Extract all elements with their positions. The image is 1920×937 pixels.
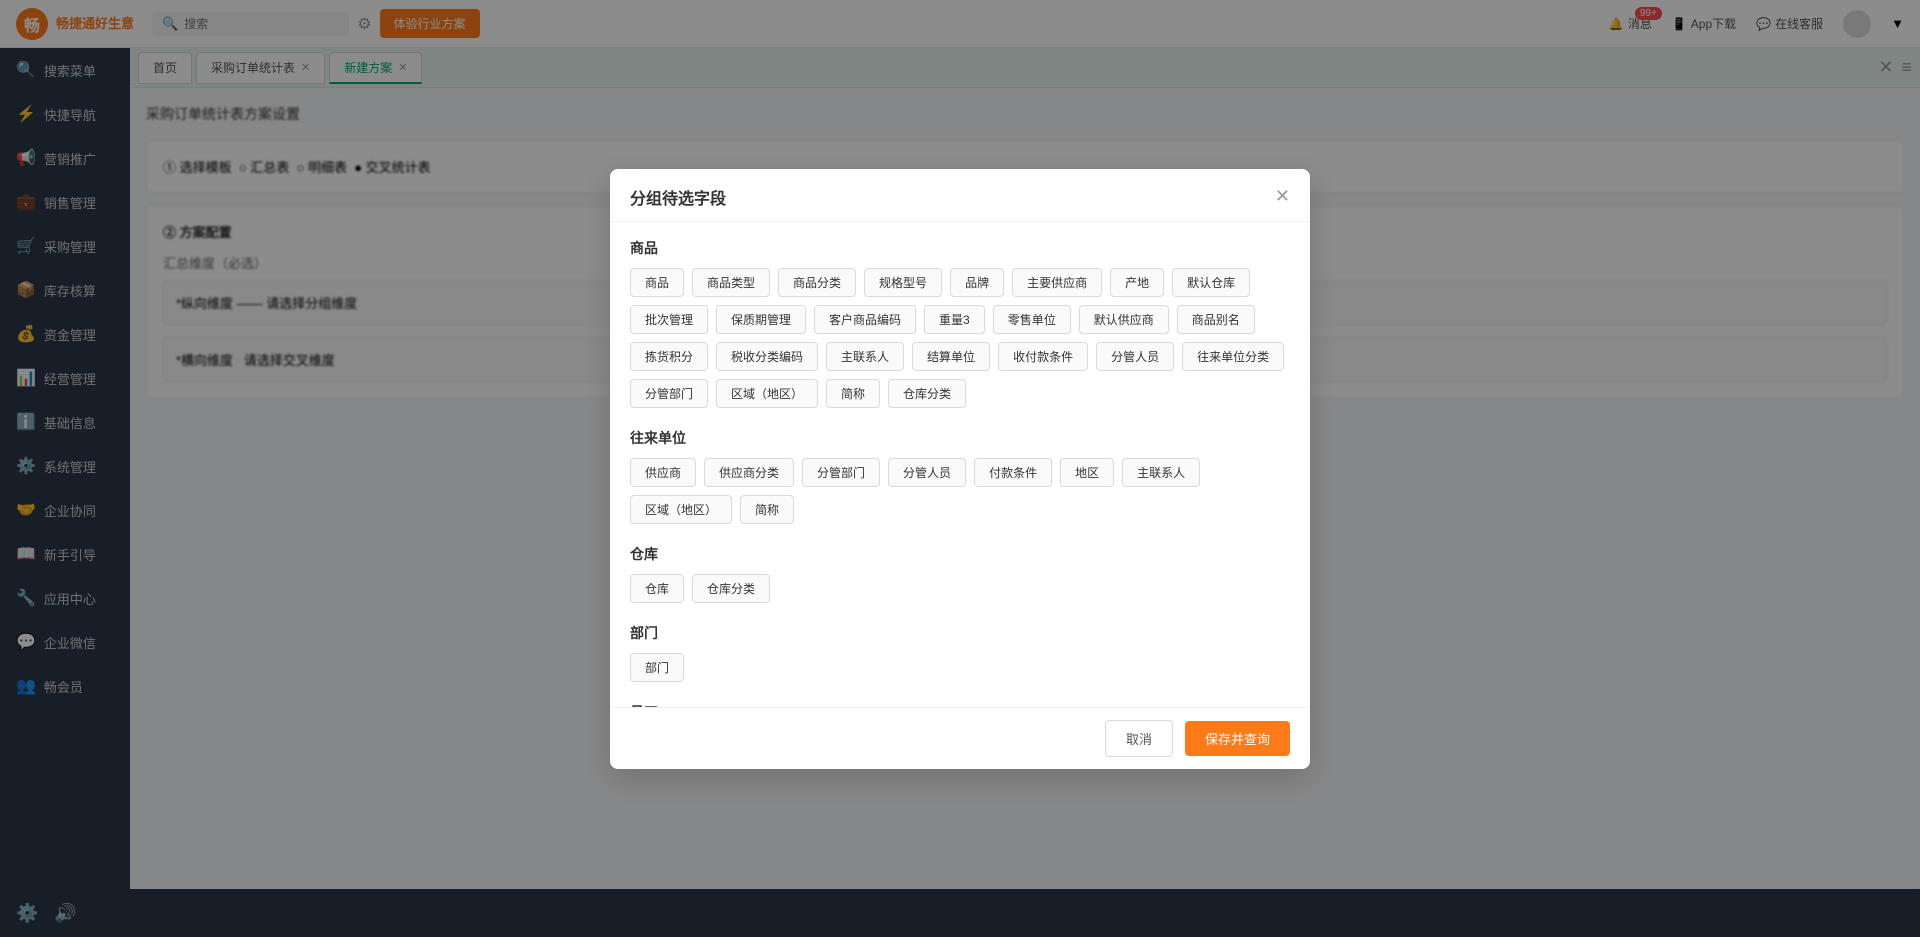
field-tag-2-0[interactable]: 仓库 [630,574,684,603]
confirm-button[interactable]: 保存并查询 [1185,721,1290,756]
field-tag-0-21[interactable]: 往来单位分类 [1182,342,1284,371]
field-tag-0-3[interactable]: 规格型号 [864,268,942,297]
field-tag-0-25[interactable]: 仓库分类 [888,379,966,408]
modal-close-btn[interactable]: ✕ [1275,186,1290,207]
modal-section-0: 商品商品商品类型商品分类规格型号品牌主要供应商产地默认仓库批次管理保质期管理客户… [630,238,1290,408]
field-tag-0-14[interactable]: 商品别名 [1177,305,1255,334]
field-tag-0-12[interactable]: 零售单位 [993,305,1071,334]
field-tags-2: 仓库仓库分类 [630,574,1290,603]
field-tag-0-2[interactable]: 商品分类 [778,268,856,297]
modal-title: 分组待选字段 [630,185,726,209]
field-tag-0-9[interactable]: 保质期管理 [716,305,806,334]
field-tag-0-16[interactable]: 税收分类编码 [716,342,818,371]
field-tags-3: 部门 [630,653,1290,682]
section-label-1: 往来单位 [630,428,1290,448]
field-tag-0-23[interactable]: 区域（地区） [716,379,818,408]
modal-dialog: 分组待选字段 ✕ 商品商品商品类型商品分类规格型号品牌主要供应商产地默认仓库批次… [610,169,1310,769]
field-tag-0-5[interactable]: 主要供应商 [1012,268,1102,297]
field-tag-0-24[interactable]: 简称 [826,379,880,408]
field-tag-1-8[interactable]: 简称 [740,495,794,524]
field-tag-0-7[interactable]: 默认仓库 [1172,268,1250,297]
field-tag-1-0[interactable]: 供应商 [630,458,696,487]
field-tag-2-1[interactable]: 仓库分类 [692,574,770,603]
field-tag-1-2[interactable]: 分管部门 [802,458,880,487]
field-tag-0-8[interactable]: 批次管理 [630,305,708,334]
field-tag-0-19[interactable]: 收付款条件 [998,342,1088,371]
field-tag-0-10[interactable]: 客户商品编码 [814,305,916,334]
field-tag-0-0[interactable]: 商品 [630,268,684,297]
field-tag-1-3[interactable]: 分管人员 [888,458,966,487]
modal-section-1: 往来单位供应商供应商分类分管部门分管人员付款条件地区主联系人区域（地区） 简称 [630,428,1290,524]
section-label-2: 仓库 [630,544,1290,564]
field-tag-0-22[interactable]: 分管部门 [630,379,708,408]
field-tag-1-7[interactable]: 区域（地区） [630,495,732,524]
modal-overlay: 分组待选字段 ✕ 商品商品商品类型商品分类规格型号品牌主要供应商产地默认仓库批次… [0,0,1920,937]
cancel-button[interactable]: 取消 [1105,720,1173,757]
field-tags-0: 商品商品类型商品分类规格型号品牌主要供应商产地默认仓库批次管理保质期管理客户商品… [630,268,1290,408]
field-tags-1: 供应商供应商分类分管部门分管人员付款条件地区主联系人区域（地区） 简称 [630,458,1290,524]
modal-section-3: 部门部门 [630,623,1290,682]
field-tag-0-4[interactable]: 品牌 [950,268,1004,297]
field-tag-0-11[interactable]: 重量3 [924,305,985,334]
field-tag-0-13[interactable]: 默认供应商 [1079,305,1169,334]
field-tag-0-20[interactable]: 分管人员 [1096,342,1174,371]
modal-body: 商品商品商品类型商品分类规格型号品牌主要供应商产地默认仓库批次管理保质期管理客户… [610,222,1310,707]
field-tag-0-17[interactable]: 主联系人 [826,342,904,371]
section-label-3: 部门 [630,623,1290,643]
field-tag-1-4[interactable]: 付款条件 [974,458,1052,487]
section-label-0: 商品 [630,238,1290,258]
field-tag-3-0[interactable]: 部门 [630,653,684,682]
field-tag-1-6[interactable]: 主联系人 [1122,458,1200,487]
field-tag-0-6[interactable]: 产地 [1110,268,1164,297]
field-tag-0-18[interactable]: 结算单位 [912,342,990,371]
modal-header: 分组待选字段 ✕ [610,169,1310,222]
field-tag-1-1[interactable]: 供应商分类 [704,458,794,487]
field-tag-0-15[interactable]: 拣货积分 [630,342,708,371]
field-tag-1-5[interactable]: 地区 [1060,458,1114,487]
field-tag-0-1[interactable]: 商品类型 [692,268,770,297]
modal-footer: 取消 保存并查询 [610,707,1310,769]
modal-section-2: 仓库仓库仓库分类 [630,544,1290,603]
